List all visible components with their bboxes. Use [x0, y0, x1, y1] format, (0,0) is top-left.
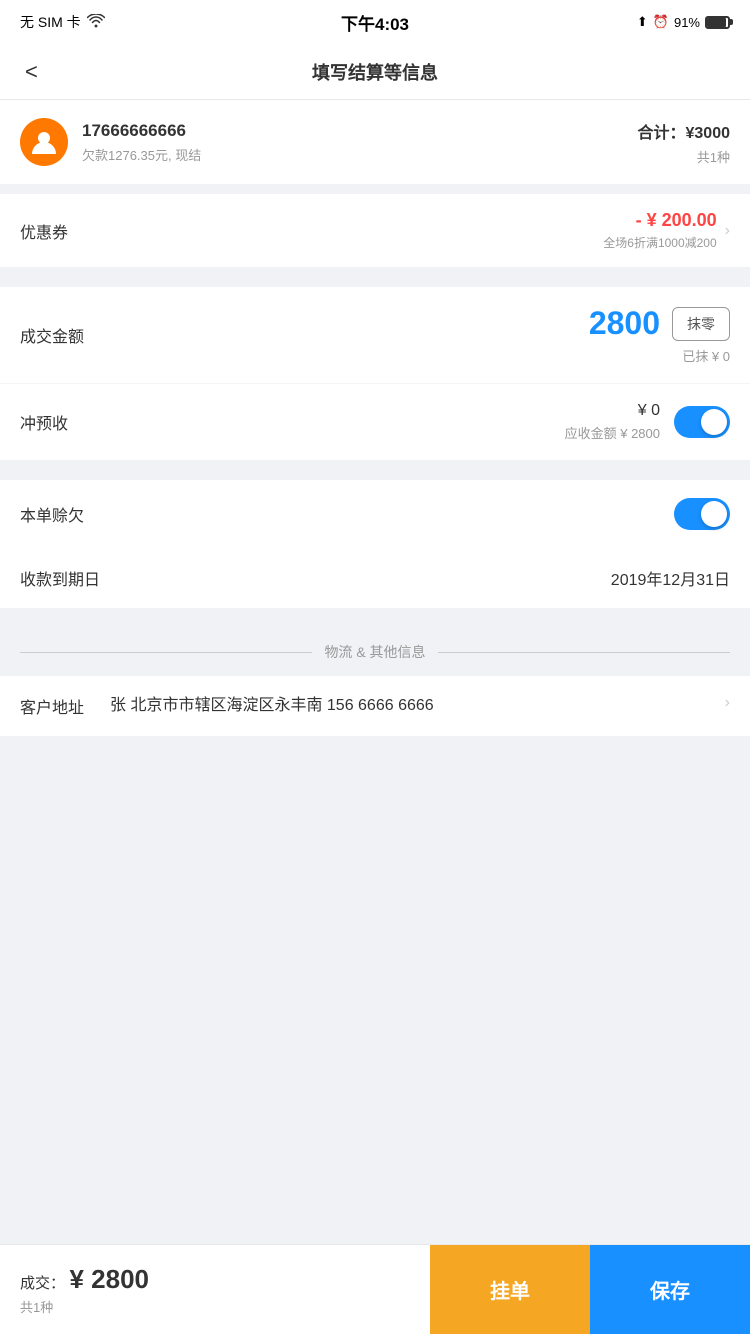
bottom-summary-count: 共1种 — [20, 1297, 410, 1316]
due-date-label: 收款到期日 — [20, 566, 100, 590]
customer-details: 17666666666 欠款1276.35元, 现结 — [82, 121, 201, 164]
wifi-icon — [87, 14, 105, 31]
bottom-summary-label-amount: 成交： ¥ 2800 — [20, 1264, 410, 1295]
customer-phone: 17666666666 — [82, 121, 201, 141]
coupon-label: 优惠券 — [20, 219, 68, 243]
due-date-value: 2019年12月31日 — [611, 566, 730, 590]
logistics-section-title: 物流 & 其他信息 — [0, 628, 750, 676]
prepay-toggle[interactable] — [674, 406, 730, 438]
divider-line-right — [438, 652, 730, 653]
total-count: 共1种 — [638, 147, 731, 166]
total-amount: 合计：¥3000 — [638, 119, 731, 143]
prepay-row: 冲预收 ¥ 0 应收金额 ¥ 2800 — [0, 384, 750, 460]
customer-card: 17666666666 欠款1276.35元, 现结 合计：¥3000 共1种 — [0, 100, 750, 184]
customer-info-left: 17666666666 欠款1276.35元, 现结 — [20, 118, 201, 166]
due-date-row: 收款到期日 2019年12月31日 — [0, 548, 750, 608]
prepay-sub: 应收金额 ¥ 2800 — [565, 423, 660, 442]
status-bar: 无 SIM 卡 下午4:03 ⬆ ⏰ 91% — [0, 0, 750, 44]
address-value: 张 北京市市辖区海淀区永丰南 156 6666 6666 — [100, 694, 717, 718]
bottom-bar: 成交： ¥ 2800 共1种 挂单 保存 — [0, 1244, 750, 1334]
bottom-summary-amount: ¥ 2800 — [69, 1264, 149, 1294]
back-button[interactable]: < — [20, 54, 43, 90]
prepay-amount-info: ¥ 0 应收金额 ¥ 2800 — [565, 402, 660, 442]
alarm-icon: ⏰ — [653, 14, 669, 30]
deal-amount-label: 成交金额 — [20, 323, 100, 347]
address-row[interactable]: 客户地址 张 北京市市辖区海淀区永丰南 156 6666 6666 › — [0, 676, 750, 736]
no-sim-label: 无 SIM 卡 — [20, 12, 81, 32]
divider-line-left — [20, 652, 312, 653]
deal-amount-row: 成交金额 2800 抹零 已抹 ¥ 0 — [0, 287, 750, 384]
divider-3 — [0, 618, 750, 628]
bottom-summary-label: 成交： — [20, 1275, 65, 1292]
page-title: 填写结算等信息 — [312, 59, 438, 85]
debt-label: 本单赊欠 — [20, 502, 100, 526]
deal-amount-sub: 已抹 ¥ 0 — [589, 346, 730, 365]
save-button[interactable]: 保存 — [590, 1245, 750, 1334]
divider-2 — [0, 470, 750, 480]
battery-icon — [705, 16, 730, 29]
deal-amount-section: 成交金额 2800 抹零 已抹 ¥ 0 冲预收 ¥ 0 应收金额 ¥ 2800 — [0, 287, 750, 460]
location-icon: ⬆ — [637, 14, 648, 30]
prepay-right: ¥ 0 应收金额 ¥ 2800 — [565, 402, 730, 442]
address-chevron-icon: › — [725, 694, 730, 712]
content: 17666666666 欠款1276.35元, 现结 合计：¥3000 共1种 … — [0, 100, 750, 836]
prepay-label: 冲预收 — [20, 410, 100, 434]
pending-button[interactable]: 挂单 — [430, 1245, 590, 1334]
battery-percent: 91% — [674, 15, 700, 30]
debt-toggle-knob — [701, 501, 727, 527]
customer-debt: 欠款1276.35元, 现结 — [82, 145, 201, 164]
round-button[interactable]: 抹零 — [672, 307, 730, 341]
customer-total: 合计：¥3000 共1种 — [638, 119, 731, 166]
address-label: 客户地址 — [20, 694, 100, 718]
avatar — [20, 118, 68, 166]
coupon-amount: - ¥ 200.00 — [603, 210, 716, 231]
prepay-amount: ¥ 0 — [565, 402, 660, 420]
section-title-text: 物流 & 其他信息 — [324, 642, 425, 662]
debt-section: 本单赊欠 收款到期日 2019年12月31日 — [0, 480, 750, 608]
deal-amount-right: 2800 抹零 已抹 ¥ 0 — [589, 305, 730, 365]
deal-amount-value-row: 2800 抹零 — [589, 305, 730, 342]
deal-amount-value: 2800 — [589, 305, 660, 342]
coupon-desc: 全场6折满1000减200 — [603, 234, 716, 251]
coupon-row[interactable]: 优惠券 - ¥ 200.00 全场6折满1000减200 › — [0, 194, 750, 267]
divider-1 — [0, 277, 750, 287]
status-right: ⬆ ⏰ 91% — [637, 14, 730, 30]
nav-bar: < 填写结算等信息 — [0, 44, 750, 100]
coupon-chevron-icon: › — [725, 222, 730, 240]
prepay-toggle-knob — [701, 409, 727, 435]
debt-toggle[interactable] — [674, 498, 730, 530]
status-time: 下午4:03 — [341, 10, 409, 35]
bottom-summary: 成交： ¥ 2800 共1种 — [0, 1264, 430, 1316]
coupon-info: - ¥ 200.00 全场6折满1000减200 — [603, 210, 716, 251]
status-left: 无 SIM 卡 — [20, 12, 105, 32]
debt-row: 本单赊欠 — [0, 480, 750, 548]
